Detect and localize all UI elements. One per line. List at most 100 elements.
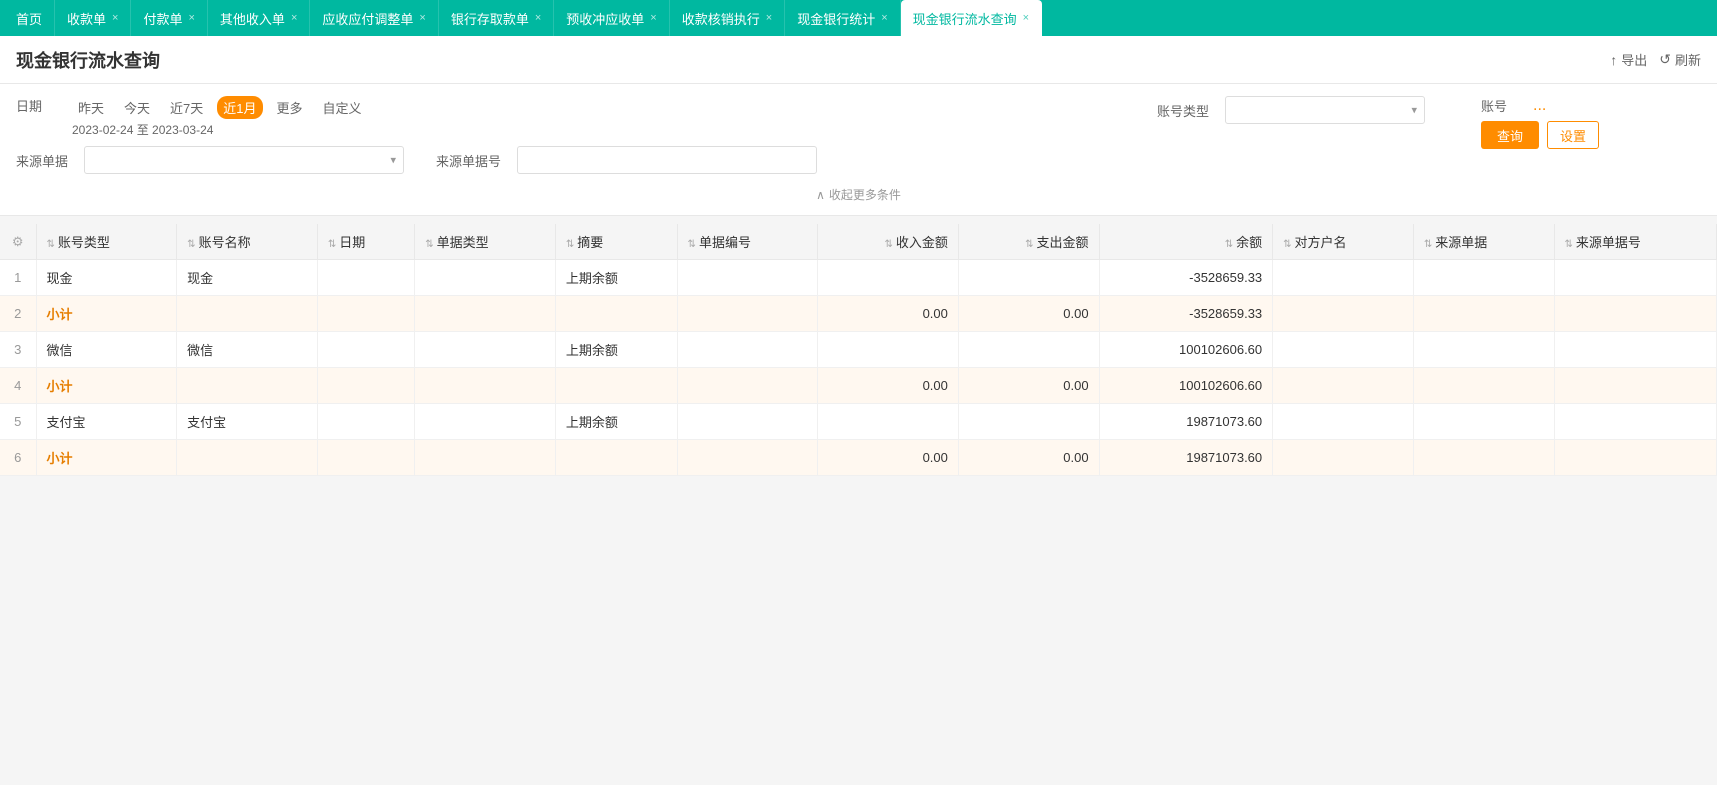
table-row: 1 现金 现金 上期余额 -3528659.33 [0, 260, 1717, 296]
date-opt-more[interactable]: 更多 [271, 96, 309, 119]
cell-doc-type [415, 296, 556, 332]
account-type-select[interactable] [1225, 96, 1425, 124]
row-number: 6 [0, 440, 36, 476]
nav-cash-stats[interactable]: 现金银行统计 × [785, 0, 900, 36]
cell-doc-type [415, 404, 556, 440]
cell-income [818, 260, 959, 296]
cell-acct-name: 微信 [177, 332, 318, 368]
nav-other-income[interactable]: 其他收入单 × [208, 0, 310, 36]
table-row: 3 微信 微信 上期余额 100102606.60 [0, 332, 1717, 368]
cell-date [317, 440, 414, 476]
filter-area: 日期 昨天 今天 近7天 近1月 更多 自定义 2023-02-24 至 202… [0, 84, 1717, 216]
refresh-button[interactable]: ↺ 刷新 [1659, 50, 1701, 69]
close-icon[interactable]: × [881, 12, 887, 24]
cell-balance: 100102606.60 [1099, 368, 1273, 404]
account-type-select-wrapper [1225, 96, 1425, 124]
nav-home[interactable]: 首页 [4, 0, 55, 36]
source-doc-label: 来源单据 [16, 151, 68, 170]
cell-counterpart [1273, 296, 1414, 332]
col-date-header: ⇅日期 [317, 224, 414, 260]
export-button[interactable]: ↑ 导出 [1610, 50, 1647, 69]
cell-summary [555, 296, 677, 332]
cell-expense [958, 404, 1099, 440]
cell-doc-no [677, 296, 818, 332]
cell-acct-type: 微信 [36, 332, 177, 368]
cell-expense: 0.00 [958, 296, 1099, 332]
source-doc-no-label: 来源单据号 [436, 151, 501, 170]
cell-counterpart [1273, 440, 1414, 476]
date-range: 2023-02-24 至 2023-03-24 [72, 121, 368, 138]
source-doc-select[interactable] [84, 146, 404, 174]
export-icon: ↑ [1610, 52, 1617, 68]
cell-src-doc-no [1554, 332, 1717, 368]
cell-src-doc [1413, 404, 1554, 440]
close-icon[interactable]: × [112, 12, 118, 24]
date-opt-custom[interactable]: 自定义 [317, 96, 368, 119]
cell-doc-type [415, 260, 556, 296]
nav-bank-deposit[interactable]: 银行存取款单 × [439, 0, 554, 36]
close-icon[interactable]: × [766, 12, 772, 24]
close-icon[interactable]: × [188, 12, 194, 24]
row-number: 2 [0, 296, 36, 332]
cell-doc-no [677, 368, 818, 404]
nav-payment[interactable]: 付款单 × [131, 0, 207, 36]
close-icon[interactable]: × [535, 12, 541, 24]
col-doc-no-header: ⇅单据编号 [677, 224, 818, 260]
collapse-icon: ∧ [816, 188, 825, 202]
cell-src-doc-no [1554, 404, 1717, 440]
close-icon[interactable]: × [650, 12, 656, 24]
col-src-doc-header: ⇅来源单据 [1413, 224, 1554, 260]
date-opt-1month[interactable]: 近1月 [217, 96, 262, 119]
top-navigation: 首页 收款单 × 付款单 × 其他收入单 × 应收应付调整单 × 银行存取款单 … [0, 0, 1717, 36]
settings-button[interactable]: 设置 [1547, 121, 1599, 149]
cell-doc-type [415, 440, 556, 476]
cell-income: 0.00 [818, 368, 959, 404]
close-icon[interactable]: × [1023, 12, 1029, 24]
query-button[interactable]: 查询 [1481, 121, 1539, 149]
close-icon[interactable]: × [291, 12, 297, 24]
nav-adjustment[interactable]: 应收应付调整单 × [310, 0, 438, 36]
source-doc-no-input[interactable] [517, 146, 817, 174]
nav-receipt[interactable]: 收款单 × [55, 0, 131, 36]
date-opt-today[interactable]: 今天 [118, 96, 156, 119]
col-expense-header: ⇅支出金额 [958, 224, 1099, 260]
col-account-name-header: ⇅账号名称 [177, 224, 318, 260]
date-opt-yesterday[interactable]: 昨天 [72, 96, 110, 119]
cell-summary: 上期余额 [555, 260, 677, 296]
cell-counterpart [1273, 404, 1414, 440]
cell-src-doc-no [1554, 296, 1717, 332]
cell-balance: 19871073.60 [1099, 404, 1273, 440]
table-body: 1 现金 现金 上期余额 -3528659.33 2 小计 0.00 0.00 … [0, 260, 1717, 476]
account-no-label: 账号 [1481, 96, 1521, 115]
col-gear-header[interactable]: ⚙ [0, 224, 36, 260]
cell-date [317, 368, 414, 404]
cell-balance: -3528659.33 [1099, 260, 1273, 296]
nav-cash-flow[interactable]: 现金银行流水查询 × [901, 0, 1042, 36]
cell-date [317, 296, 414, 332]
cell-date [317, 260, 414, 296]
row-number: 3 [0, 332, 36, 368]
cell-date [317, 332, 414, 368]
table-row: 5 支付宝 支付宝 上期余额 19871073.60 [0, 404, 1717, 440]
cell-summary [555, 368, 677, 404]
cell-expense [958, 332, 1099, 368]
cell-acct-name [177, 296, 318, 332]
cell-acct-type: 现金 [36, 260, 177, 296]
nav-prepaid-offset[interactable]: 预收冲应收单 × [554, 0, 669, 36]
cell-expense: 0.00 [958, 440, 1099, 476]
account-type-label: 账号类型 [1157, 101, 1209, 120]
page-title: 现金银行流水查询 [16, 47, 160, 73]
refresh-icon: ↺ [1659, 51, 1671, 68]
close-icon[interactable]: × [419, 12, 425, 24]
date-options: 昨天 今天 近7天 近1月 更多 自定义 [72, 96, 368, 119]
nav-collection-exec[interactable]: 收款核销执行 × [670, 0, 785, 36]
account-no-ellipsis[interactable]: ... [1529, 97, 1550, 115]
col-balance-header: ⇅余额 [1099, 224, 1273, 260]
row-number: 4 [0, 368, 36, 404]
col-summary-header: ⇅摘要 [555, 224, 677, 260]
cell-src-doc-no [1554, 368, 1717, 404]
collapse-bar[interactable]: ∧ 收起更多条件 [16, 182, 1701, 203]
cell-counterpart [1273, 260, 1414, 296]
cell-summary: 上期余额 [555, 404, 677, 440]
date-opt-7days[interactable]: 近7天 [164, 96, 209, 119]
